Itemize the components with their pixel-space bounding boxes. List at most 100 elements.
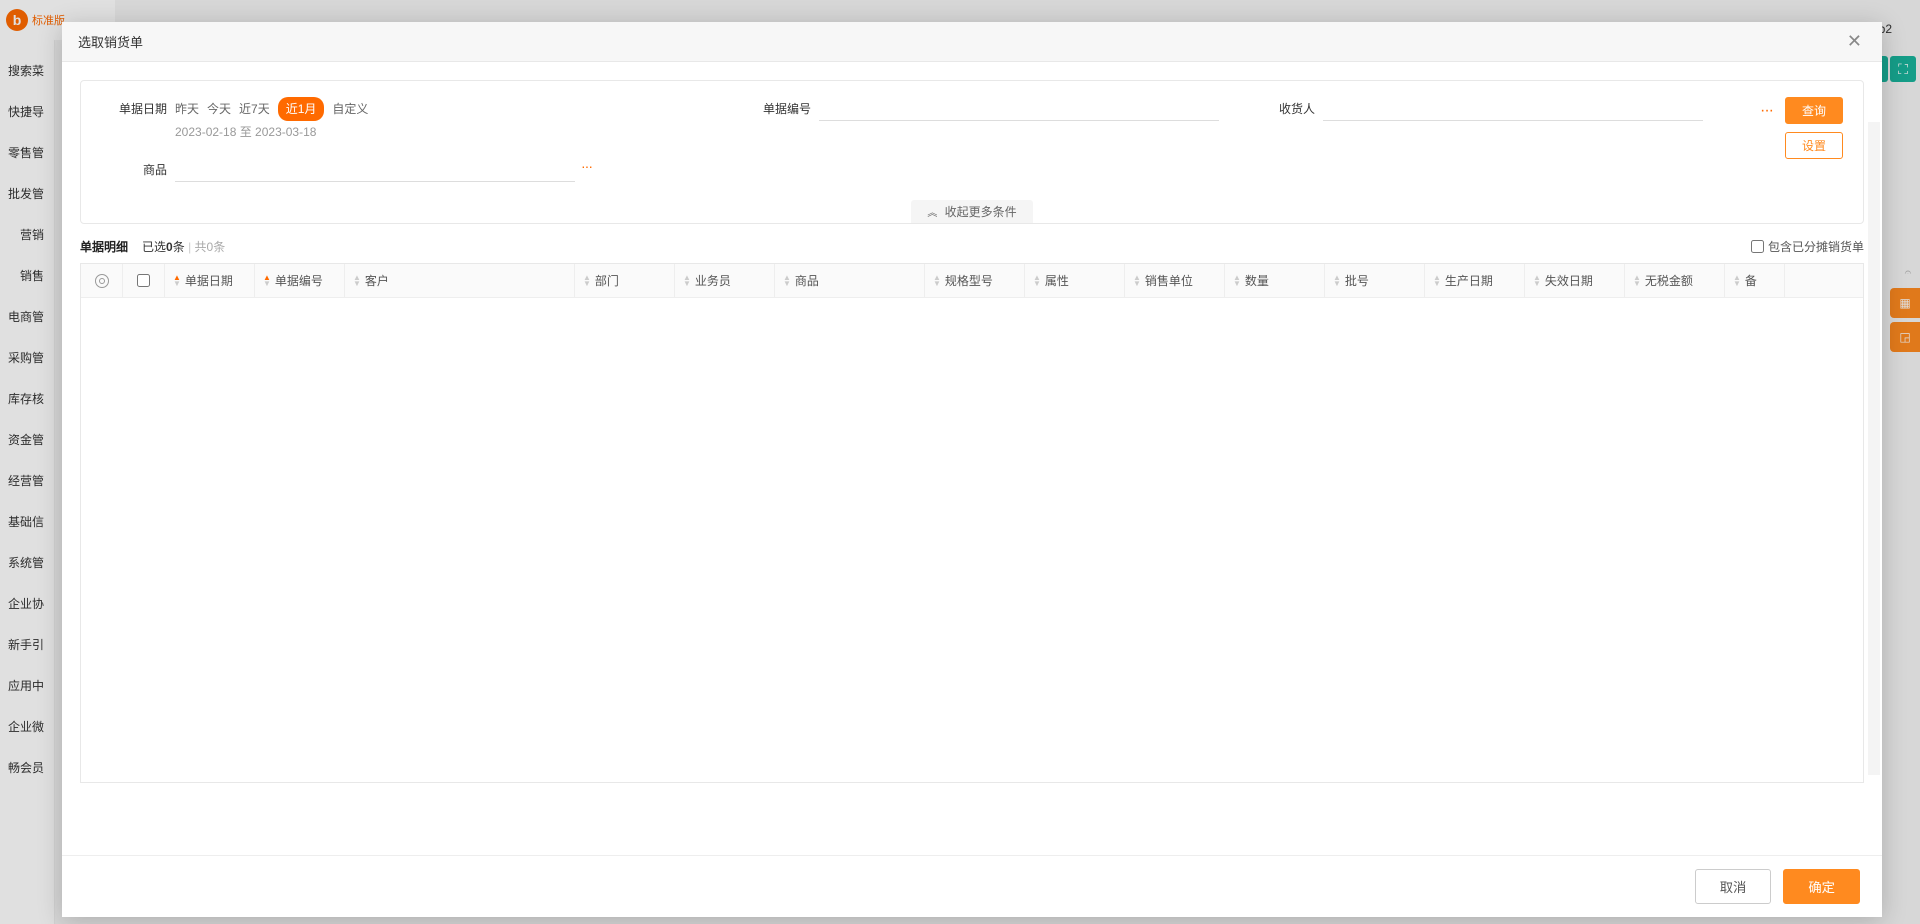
column-header-attr[interactable]: ▲▼属性	[1025, 264, 1125, 297]
date-chip[interactable]: 近7天	[239, 98, 270, 120]
collapse-bar: ︽ 收起更多条件	[81, 200, 1863, 223]
filter-more-icon[interactable]: ···	[1760, 102, 1773, 120]
confirm-button[interactable]: 确定	[1783, 869, 1860, 904]
goods-more-icon[interactable]: ···	[581, 158, 592, 174]
date-chip[interactable]: 近1月	[278, 97, 325, 121]
column-header-qty[interactable]: ▲▼ 数量	[1225, 264, 1325, 297]
sort-arrows-icon: ▲▼	[173, 275, 181, 287]
sort-arrows-icon: ▲▼	[933, 275, 941, 287]
query-button[interactable]: 查询	[1785, 97, 1843, 124]
cancel-button[interactable]: 取消	[1695, 869, 1772, 904]
modal-footer: 取消 确定	[62, 855, 1882, 917]
sort-arrows-icon: ▲▼	[263, 275, 271, 287]
column-settings-button[interactable]	[81, 264, 123, 297]
date-range-display: 2023-02-18 至 2023-03-18	[175, 123, 525, 140]
collapse-filters-button[interactable]: ︽ 收起更多条件	[911, 200, 1032, 223]
filter-label-goods: 商品	[101, 158, 175, 182]
date-chip[interactable]: 今天	[207, 98, 231, 120]
select-all-cell	[123, 264, 165, 297]
include-allocated-input[interactable]	[1751, 240, 1764, 253]
column-label: 单据日期	[185, 272, 233, 289]
collapse-label: 收起更多条件	[945, 205, 1017, 219]
sort-arrows-icon: ▲▼	[1533, 275, 1541, 287]
list-selected: 已选0条 | 共0条	[142, 238, 225, 255]
filter-goods: 商品 ···	[101, 158, 592, 182]
sort-arrows-icon: ▲▼	[353, 275, 361, 287]
table-header: ▲▼单据日期▲▼单据编号▲▼客户▲▼部门▲▼业务员▲▼商品▲▼规格型号▲▼属性▲…	[81, 264, 1864, 298]
sort-arrows-icon: ▲▼	[1633, 275, 1641, 287]
date-chip[interactable]: 自定义	[332, 98, 368, 120]
column-label: 备	[1745, 272, 1757, 289]
sort-arrows-icon: ▲▼	[1433, 275, 1441, 287]
data-table: ▲▼单据日期▲▼单据编号▲▼客户▲▼部门▲▼业务员▲▼商品▲▼规格型号▲▼属性▲…	[80, 263, 1864, 783]
selected-suffix: 条	[173, 240, 185, 254]
sort-arrows-icon: ▲▼	[583, 275, 591, 287]
modal-horizontal-scrollbar[interactable]	[80, 791, 1856, 805]
column-header-doc_date[interactable]: ▲▼ 单据日期	[165, 264, 255, 297]
column-header-notax[interactable]: ▲▼ 无税金额	[1625, 264, 1725, 297]
sort-arrows-icon: ▲▼	[1133, 275, 1141, 287]
selected-prefix: 已选	[142, 240, 166, 254]
column-label: 失效日期	[1545, 272, 1593, 289]
modal-header: 选取销货单 ✕	[62, 22, 1882, 62]
receiver-input[interactable]	[1323, 97, 1703, 121]
filter-label-receiver: 收货人	[1249, 97, 1323, 121]
list-total: 共0条	[195, 240, 226, 254]
column-label: 客户	[365, 272, 389, 289]
select-sales-order-modal: 选取销货单 ✕ 单据日期 昨天今天近7天近1月自定义 2023-02-18 至 …	[62, 22, 1882, 917]
modal-title: 选取销货单	[78, 32, 143, 51]
column-label: 批号	[1345, 272, 1369, 289]
column-header-dept[interactable]: ▲▼ 部门	[575, 264, 675, 297]
column-label: 生产日期	[1445, 272, 1493, 289]
column-label: 商品	[795, 272, 819, 289]
sort-arrows-icon: ▲▼	[1033, 275, 1041, 287]
filter-doc-no: 单据编号	[745, 97, 1219, 121]
column-header-remark[interactable]: ▲▼ 备	[1725, 264, 1785, 297]
include-allocated-label: 包含已分摊销货单	[1768, 238, 1864, 255]
sort-arrows-icon: ▲▼	[1333, 275, 1341, 287]
column-header-exp_date[interactable]: ▲▼ 失效日期	[1525, 264, 1625, 297]
goods-input[interactable]	[175, 158, 575, 182]
table-horizontal-scrollbar[interactable]	[81, 766, 1863, 782]
date-chip[interactable]: 昨天	[175, 98, 199, 120]
include-allocated-checkbox[interactable]: 包含已分摊销货单	[1751, 238, 1864, 255]
column-header-customer[interactable]: ▲▼ 客户	[345, 264, 575, 297]
column-header-prod_date[interactable]: ▲▼ 生产日期	[1425, 264, 1525, 297]
close-icon[interactable]: ✕	[1843, 31, 1866, 52]
column-header-spec[interactable]: ▲▼ 规格型号	[925, 264, 1025, 297]
column-header-unit[interactable]: ▲▼ 销售单位	[1125, 264, 1225, 297]
column-label: 单据编号	[275, 272, 323, 289]
table-body-empty	[81, 298, 1863, 766]
filter-doc-date: 单据日期 昨天今天近7天近1月自定义 2023-02-18 至 2023-03-…	[101, 97, 525, 140]
filter-panel: 单据日期 昨天今天近7天近1月自定义 2023-02-18 至 2023-03-…	[80, 80, 1864, 224]
column-label: 销售单位	[1145, 272, 1193, 289]
filter-receiver: 收货人	[1249, 97, 1703, 121]
doc-no-input[interactable]	[819, 97, 1219, 121]
column-label: 数量	[1245, 272, 1269, 289]
chevron-up-icon: ︽	[927, 208, 937, 219]
selected-count: 0	[166, 240, 173, 254]
sort-arrows-icon: ▲▼	[683, 275, 691, 287]
sort-arrows-icon: ▲▼	[1733, 275, 1741, 287]
column-label: 无税金额	[1645, 272, 1693, 289]
inner-scrollbar[interactable]	[1868, 122, 1880, 775]
column-label: 业务员	[695, 272, 731, 289]
column-header-sales[interactable]: ▲▼ 业务员	[675, 264, 775, 297]
column-header-doc_no[interactable]: ▲▼ 单据编号	[255, 264, 345, 297]
sort-arrows-icon: ▲▼	[1233, 275, 1241, 287]
modal-body: 单据日期 昨天今天近7天近1月自定义 2023-02-18 至 2023-03-…	[62, 62, 1882, 855]
column-label: 部门	[595, 272, 619, 289]
list-title: 单据明细	[80, 238, 128, 255]
column-header-batch[interactable]: ▲▼ 批号	[1325, 264, 1425, 297]
column-header-goods[interactable]: ▲▼ 商品	[775, 264, 925, 297]
filter-label-docno: 单据编号	[745, 97, 819, 121]
settings-button[interactable]: 设置	[1785, 132, 1843, 159]
select-all-checkbox[interactable]	[137, 274, 150, 287]
gear-icon	[95, 274, 109, 288]
sort-arrows-icon: ▲▼	[783, 275, 791, 287]
filter-actions: ··· 查询 设置	[1760, 97, 1843, 159]
list-meta: 单据明细 已选0条 | 共0条 包含已分摊销货单	[80, 238, 1864, 255]
column-label: 规格型号	[945, 272, 993, 289]
date-range-chips: 昨天今天近7天近1月自定义	[175, 97, 525, 121]
filter-label-date: 单据日期	[101, 97, 175, 121]
